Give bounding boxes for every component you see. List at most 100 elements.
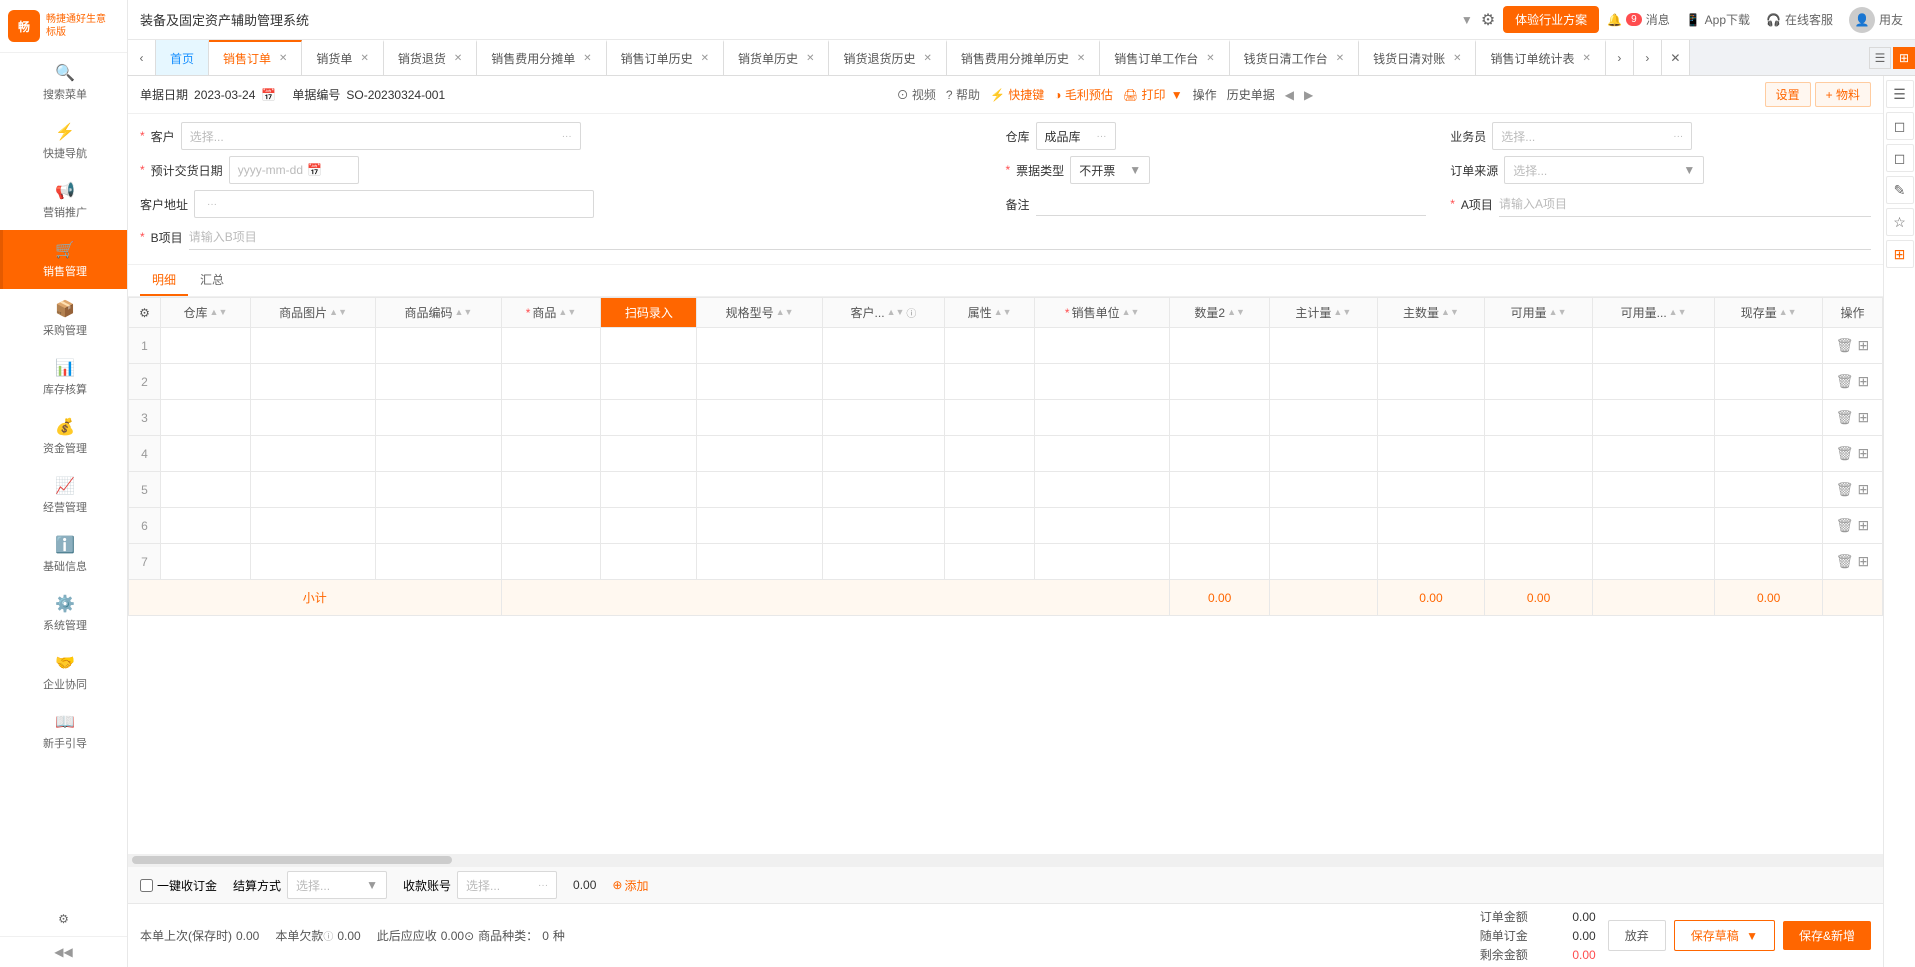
user-area[interactable]: 👤 用友 [1849, 7, 1903, 33]
add-payment-btn[interactable]: ⊕ 添加 [612, 877, 648, 894]
cell-attr[interactable] [945, 364, 1035, 400]
calendar-icon[interactable]: 📅 [261, 88, 276, 102]
copy-icon[interactable]: ⊞ [1858, 337, 1870, 354]
tab-return-history[interactable]: 销货退货历史 ✕ [829, 40, 946, 76]
tab-close-icon[interactable]: ✕ [454, 53, 462, 64]
cell-current[interactable] [1715, 328, 1823, 364]
header-gear-icon[interactable]: ⚙ [1481, 10, 1495, 30]
cell-qty2[interactable] [1170, 400, 1270, 436]
cell-unit[interactable] [1035, 436, 1170, 472]
cell-warehouse[interactable] [161, 544, 251, 580]
cell-main-qty[interactable] [1377, 328, 1485, 364]
cell-attr[interactable] [945, 544, 1035, 580]
cell-scan[interactable] [601, 544, 697, 580]
cell-image[interactable] [250, 328, 375, 364]
cell-main-unit[interactable] [1270, 400, 1378, 436]
cell-code[interactable] [376, 400, 501, 436]
delete-icon[interactable]: 🗑 [1836, 373, 1854, 390]
cell-product[interactable] [501, 508, 601, 544]
cell-attr[interactable] [945, 400, 1035, 436]
remark-input[interactable] [1036, 192, 1427, 216]
app-download-btn[interactable]: 📱 App下载 [1686, 11, 1750, 28]
tab-close-icon[interactable]: ✕ [1206, 53, 1214, 64]
tab-close-icon[interactable]: ✕ [583, 53, 591, 64]
sidebar-item-search[interactable]: 🔍 搜索菜单 [0, 53, 127, 112]
tab-daily-clearing[interactable]: 钱货日清工作台 ✕ [1230, 40, 1359, 76]
print-btn[interactable]: 🖨 打印 ▼ [1123, 86, 1183, 103]
settings-form-btn[interactable]: 设置 [1765, 82, 1811, 107]
cell-code[interactable] [376, 436, 501, 472]
tab-close-icon[interactable]: ✕ [279, 53, 287, 64]
discard-button[interactable]: 放弃 [1608, 920, 1666, 951]
cell-scan[interactable] [601, 472, 697, 508]
cell-customer-code[interactable] [822, 472, 944, 508]
cell-main-unit[interactable] [1270, 472, 1378, 508]
tab-sales-order-history[interactable]: 销售订单历史 ✕ [607, 40, 724, 76]
cell-image[interactable] [250, 436, 375, 472]
delivery-date-input[interactable]: yyyy-mm-dd 📅 [229, 156, 359, 184]
cell-unit[interactable] [1035, 328, 1170, 364]
shortcut-btn[interactable]: ⚡ 快捷键 [990, 86, 1044, 103]
copy-icon[interactable]: ⊞ [1858, 445, 1870, 462]
cell-available[interactable] [1485, 544, 1593, 580]
sidebar-item-sales[interactable]: 🛒 销售管理 [0, 230, 127, 289]
add-material-btn[interactable]: + 物料 [1815, 82, 1871, 107]
horizontal-scrollbar[interactable] [128, 854, 1883, 866]
address-input[interactable]: ··· [194, 190, 594, 218]
tab-sales-return[interactable]: 销货退货 ✕ [384, 40, 477, 76]
copy-icon[interactable]: ⊞ [1858, 481, 1870, 498]
cell-available[interactable] [1485, 508, 1593, 544]
solution-button[interactable]: 体验行业方案 [1503, 6, 1599, 33]
cell-main-qty[interactable] [1377, 544, 1485, 580]
sidebar-item-marketing[interactable]: 📢 营销推广 [0, 171, 127, 230]
tab-close-icon[interactable]: ✕ [1453, 53, 1461, 64]
profit-btn[interactable]: ◑ 毛利预估 [1054, 86, 1113, 103]
copy-icon[interactable]: ⊞ [1858, 373, 1870, 390]
cell-product[interactable] [501, 328, 601, 364]
cell-spec[interactable] [697, 400, 822, 436]
right-panel-btn-4[interactable]: ✎ [1886, 176, 1914, 204]
nav-settings-btn[interactable]: ⚙ [0, 902, 127, 936]
sidebar-item-basic-info[interactable]: ℹ️ 基础信息 [0, 525, 127, 584]
cell-code[interactable] [376, 508, 501, 544]
cell-unit[interactable] [1035, 472, 1170, 508]
cell-available[interactable] [1485, 436, 1593, 472]
cell-available2[interactable] [1592, 364, 1714, 400]
cell-attr[interactable] [945, 472, 1035, 508]
tab-close-icon[interactable]: ✕ [1583, 53, 1591, 64]
tab-sales-expense[interactable]: 销售费用分摊单 ✕ [477, 40, 606, 76]
dropdown-arrow-icon[interactable]: ▼ [1461, 13, 1473, 27]
cell-unit[interactable] [1035, 364, 1170, 400]
cell-current[interactable] [1715, 364, 1823, 400]
online-service-btn[interactable]: 🎧 在线客服 [1766, 11, 1833, 28]
cell-available2[interactable] [1592, 400, 1714, 436]
copy-icon[interactable]: ⊞ [1858, 409, 1870, 426]
invoice-select[interactable]: 不开票 ▼ [1070, 156, 1150, 184]
cell-unit[interactable] [1035, 544, 1170, 580]
cell-unit[interactable] [1035, 508, 1170, 544]
cell-current[interactable] [1715, 544, 1823, 580]
cell-image[interactable] [250, 472, 375, 508]
sidebar-item-inventory[interactable]: 📊 库存核算 [0, 348, 127, 407]
tab-sales-goods[interactable]: 销货单 ✕ [302, 40, 383, 76]
cell-main-qty[interactable] [1377, 364, 1485, 400]
tab-reconcile[interactable]: 钱货日清对账 ✕ [1359, 40, 1476, 76]
cell-spec[interactable] [697, 508, 822, 544]
b-project-input[interactable]: 请输入B项目 [189, 224, 1871, 250]
view-btn[interactable]: ⊙ 视频 [897, 86, 936, 103]
cell-code[interactable] [376, 364, 501, 400]
delete-icon[interactable]: 🗑 [1836, 553, 1854, 570]
cell-scan[interactable] [601, 400, 697, 436]
cell-available[interactable] [1485, 472, 1593, 508]
cell-qty2[interactable] [1170, 436, 1270, 472]
cell-available[interactable] [1485, 328, 1593, 364]
cell-available[interactable] [1485, 400, 1593, 436]
cell-spec[interactable] [697, 328, 822, 364]
nav-prev-btn[interactable]: ◀ [1285, 88, 1294, 102]
cell-image[interactable] [250, 508, 375, 544]
sidebar-item-purchase[interactable]: 📦 采购管理 [0, 289, 127, 348]
cell-qty2[interactable] [1170, 364, 1270, 400]
cell-image[interactable] [250, 364, 375, 400]
cell-attr[interactable] [945, 436, 1035, 472]
tab-close-icon[interactable]: ✕ [1077, 53, 1085, 64]
